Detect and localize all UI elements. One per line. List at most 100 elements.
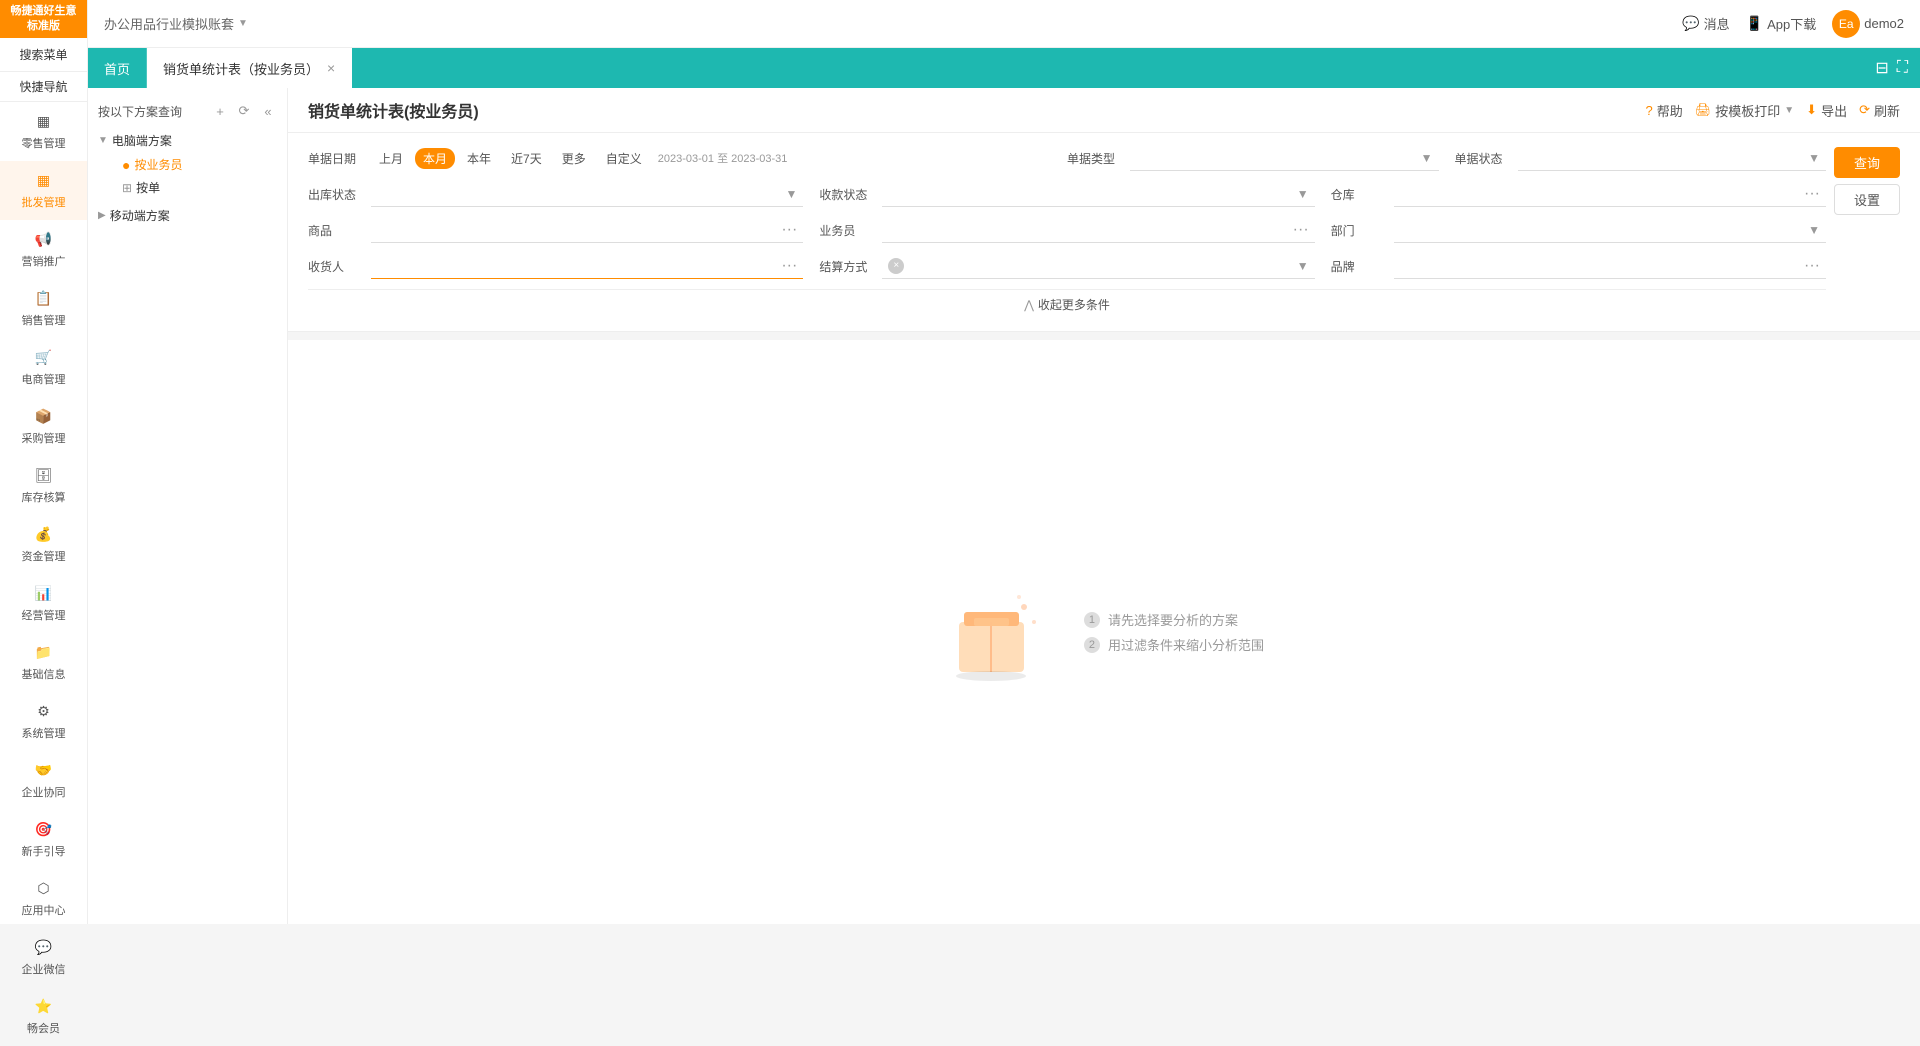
collapse-arrow-icon: ⋀ — [1024, 298, 1034, 312]
sidebar-item-ecommerce[interactable]: 🛒 电商管理 — [0, 338, 87, 397]
filter-doc-type: 单据类型 ▼ — [1067, 145, 1439, 171]
sidebar-item-retail[interactable]: ▦ 零售管理 — [0, 102, 87, 161]
receiver-input[interactable]: ··· — [371, 253, 803, 279]
date-label: 单据日期 — [308, 150, 363, 167]
sidebar-item-basic[interactable]: 📁 基础信息 — [0, 633, 87, 692]
filter-warehouse: 仓库 ··· — [1331, 181, 1826, 207]
account-selector[interactable]: 办公用品行业模拟账套 ▼ — [104, 14, 248, 33]
date-btn-this-year[interactable]: 本年 — [459, 148, 499, 169]
salesperson-input[interactable]: ··· — [882, 217, 1314, 243]
sidebar-item-purchase[interactable]: 📦 采购管理 — [0, 397, 87, 456]
tree-item-mobile[interactable]: ▶ 移动端方案 — [88, 203, 287, 228]
purchase-icon: 📦 — [34, 407, 54, 427]
print-icon: 🖨 — [1695, 102, 1712, 118]
sidebar-item-wechat[interactable]: 💬 企业微信 — [0, 928, 87, 987]
tab-expand-button[interactable]: ⊟ ⛶ — [1863, 48, 1920, 88]
out-status-input[interactable]: ▼ — [371, 181, 803, 207]
salesperson-label: 业务员 — [819, 222, 874, 239]
sidebar-item-wholesale[interactable]: ▦ 批发管理 — [0, 161, 87, 220]
app-download-button[interactable]: 📱 App下载 — [1746, 14, 1817, 33]
tree-item-desktop[interactable]: ▼ 电脑端方案 — [88, 128, 287, 153]
tab-home[interactable]: 首页 — [88, 48, 147, 88]
collapse-filters-button[interactable]: ⋀ 收起更多条件 — [1024, 296, 1110, 313]
department-input[interactable]: ▼ — [1394, 217, 1826, 243]
warehouse-input[interactable]: ··· — [1394, 181, 1826, 207]
doc-status-chevron-icon: ▼ — [1808, 151, 1820, 165]
tree-sub-desktop: ● 按业务员 ⊞ 按单 — [88, 153, 287, 199]
date-btn-this-month[interactable]: 本月 — [415, 148, 455, 169]
pay-status-input[interactable]: ▼ — [882, 181, 1314, 207]
tab-close-icon[interactable]: × — [327, 60, 335, 76]
message-button[interactable]: 💬 消息 — [1682, 14, 1729, 33]
quick-nav[interactable]: 快捷导航 — [0, 72, 87, 102]
doc-status-input[interactable]: ▼ — [1518, 145, 1827, 171]
doc-type-input[interactable]: ▼ — [1130, 145, 1439, 171]
sidebar-item-finance[interactable]: 💰 资金管理 — [0, 515, 87, 574]
date-btn-custom[interactable]: 自定义 — [598, 148, 650, 169]
sidebar-item-operations[interactable]: 📊 经营管理 — [0, 574, 87, 633]
query-button[interactable]: 查询 — [1834, 147, 1900, 178]
tree-expand-icon: ▼ — [98, 135, 108, 146]
tree-item-by-order[interactable]: ⊞ 按单 — [108, 176, 287, 199]
sidebar-item-inventory[interactable]: 🗄 库存核算 — [0, 456, 87, 515]
dropdown-chevron-icon: ▼ — [238, 18, 248, 29]
app-logo: 畅捷通好生意 标准版 — [0, 0, 87, 38]
filter-wrapper: 单据日期 上月 本月 本年 近7天 更多 自定义 2023-03-01 至 20… — [308, 145, 1900, 319]
sidebar-item-member[interactable]: ⭐ 畅会员 — [0, 987, 87, 1046]
tree-item-by-salesperson[interactable]: ● 按业务员 — [108, 153, 287, 176]
topbar-right: 💬 消息 📱 App下载 Ea demo2 — [1682, 10, 1904, 38]
left-panel-title: 按以下方案查询 — [98, 103, 182, 120]
export-button[interactable]: ⬇ 导出 — [1806, 101, 1847, 120]
newbie-icon: 🎯 — [34, 820, 54, 840]
doc-status-label: 单据状态 — [1455, 150, 1510, 167]
sidebar-item-sales[interactable]: 📋 销售管理 — [0, 279, 87, 338]
date-btn-more[interactable]: 更多 — [554, 148, 594, 169]
help-icon: ? — [1645, 103, 1652, 118]
maximize-icon: ⛶ — [1897, 59, 1908, 77]
page-title: 销货单统计表(按业务员) — [308, 98, 479, 122]
settlement-input[interactable]: × ▼ — [882, 253, 1314, 279]
left-panel: 按以下方案查询 + ⟳ « ▼ 电脑端方案 ● 按业务员 ⊞ 按单 — [88, 88, 288, 924]
empty-hint-1: 1 请先选择要分析的方案 — [1084, 610, 1264, 629]
help-button[interactable]: ? 帮助 — [1645, 101, 1682, 120]
sidebar-item-marketing[interactable]: 📢 营销推广 — [0, 220, 87, 279]
page-header: 销货单统计表(按业务员) ? 帮助 🖨 按模板打印 ▼ ⬇ 导出 — [288, 88, 1920, 133]
refresh-button[interactable]: ⟳ 刷新 — [1859, 101, 1900, 120]
search-menu[interactable]: 搜索菜单 — [0, 38, 87, 72]
print-dropdown-icon: ▼ — [1784, 105, 1794, 116]
user-menu[interactable]: Ea demo2 — [1832, 10, 1904, 38]
page-actions: ? 帮助 🖨 按模板打印 ▼ ⬇ 导出 ⟳ 刷新 — [1645, 101, 1900, 120]
inventory-icon: 🗄 — [34, 466, 54, 486]
brand-dots-icon: ··· — [1804, 257, 1820, 275]
avatar: Ea — [1832, 10, 1860, 38]
filter-pay-status: 收款状态 ▼ — [819, 181, 1314, 207]
settlement-label: 结算方式 — [819, 258, 874, 275]
settlement-clear-icon[interactable]: × — [888, 258, 904, 274]
tree-item-salesperson-label: 按业务员 — [134, 156, 182, 173]
export-icon: ⬇ — [1806, 102, 1817, 118]
brand-input[interactable]: ··· — [1394, 253, 1826, 279]
date-btn-last-month[interactable]: 上月 — [371, 148, 411, 169]
marketing-icon: 📢 — [34, 230, 54, 250]
collapse-btn-label: 收起更多条件 — [1038, 296, 1110, 313]
sidebar-item-enterprise[interactable]: 🤝 企业协同 — [0, 751, 87, 810]
sales-icon: 📋 — [34, 289, 54, 309]
goods-input[interactable]: ··· — [371, 217, 803, 243]
right-panel: 销货单统计表(按业务员) ? 帮助 🖨 按模板打印 ▼ ⬇ 导出 — [288, 88, 1920, 924]
sidebar-item-system[interactable]: ⚙ 系统管理 — [0, 692, 87, 751]
pay-status-label: 收款状态 — [819, 186, 874, 203]
filter-area: 单据日期 上月 本月 本年 近7天 更多 自定义 2023-03-01 至 20… — [288, 133, 1920, 332]
filter-row-1: 单据日期 上月 本月 本年 近7天 更多 自定义 2023-03-01 至 20… — [308, 145, 1826, 171]
date-btn-last7[interactable]: 近7天 — [503, 148, 550, 169]
collapse-panel-button[interactable]: « — [259, 102, 277, 120]
tab-sales-stat[interactable]: 销货单统计表（按业务员） × — [147, 48, 352, 88]
sidebar-item-appstore[interactable]: ⬡ 应用中心 — [0, 869, 87, 928]
settings-button[interactable]: 设置 — [1834, 184, 1900, 215]
collapse-row: ⋀ 收起更多条件 — [308, 289, 1826, 319]
empty-hint-2: 2 用过滤条件来缩小分析范围 — [1084, 635, 1264, 654]
print-button[interactable]: 🖨 按模板打印 ▼ — [1695, 101, 1794, 120]
add-scheme-button[interactable]: + — [211, 102, 229, 120]
enterprise-icon: 🤝 — [34, 761, 54, 781]
sidebar-item-newbie[interactable]: 🎯 新手引导 — [0, 810, 87, 869]
refresh-scheme-button[interactable]: ⟳ — [235, 102, 253, 120]
